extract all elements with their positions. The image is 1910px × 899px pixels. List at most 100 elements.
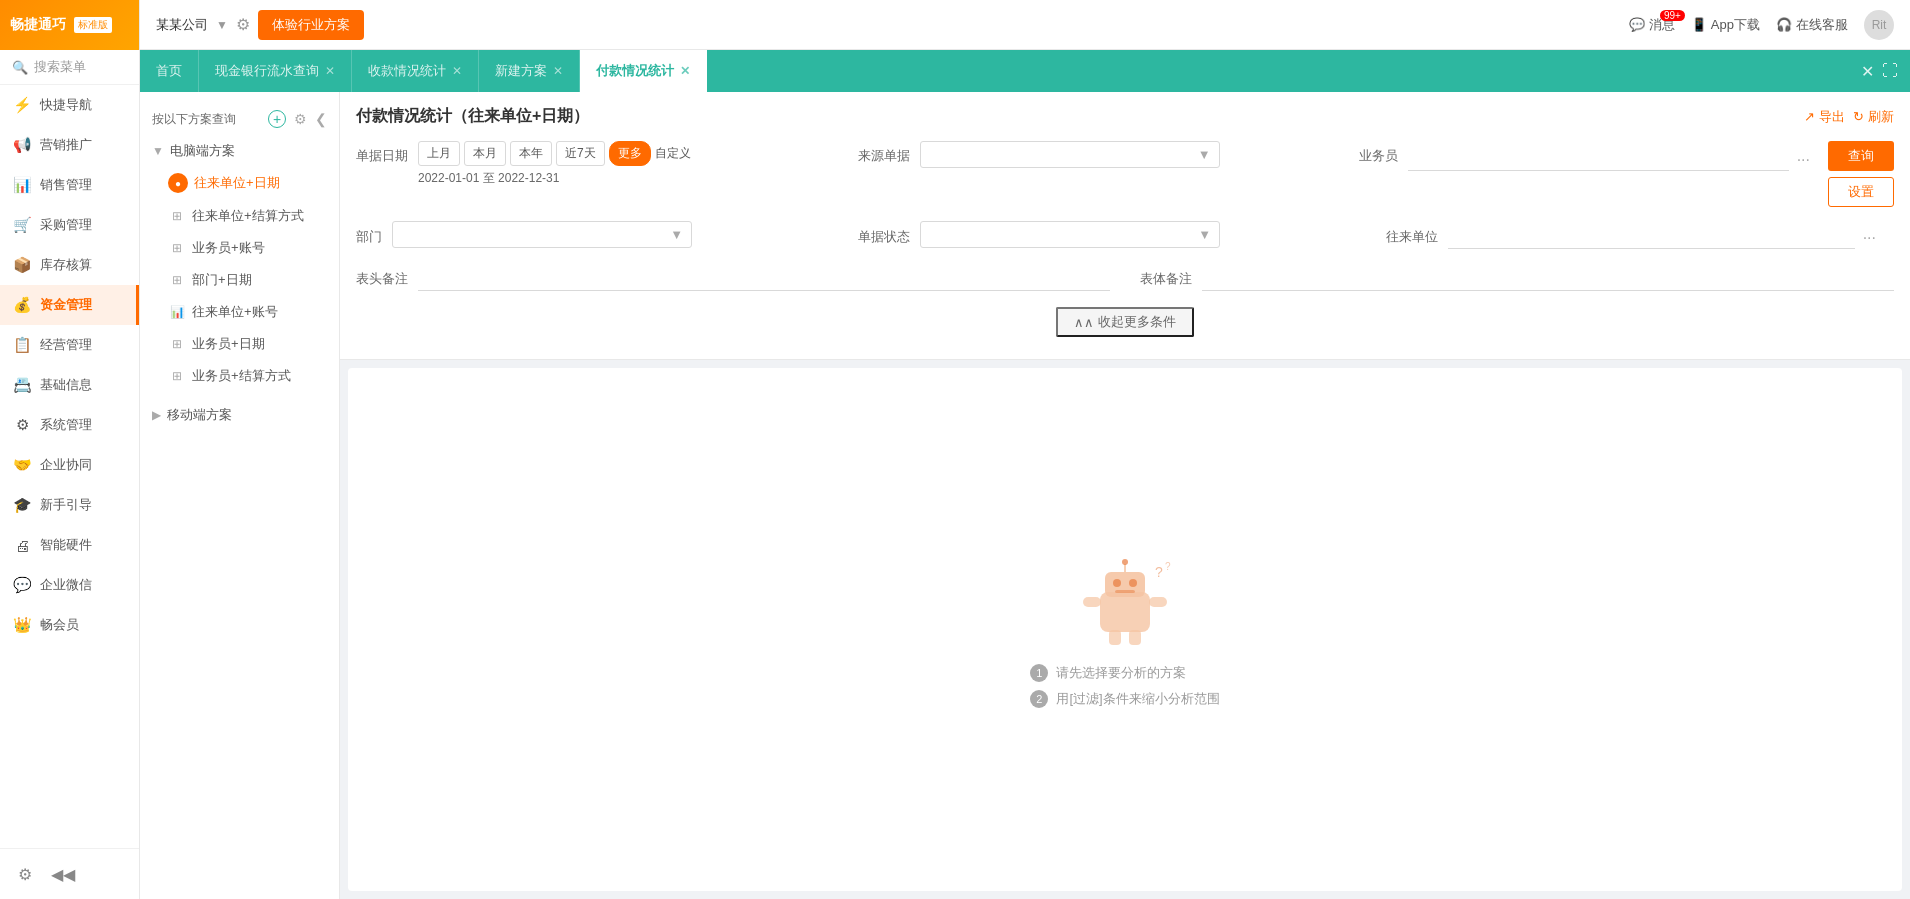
- mobile-section-header[interactable]: ▶ 移动端方案: [140, 400, 339, 430]
- header-note-label: 表头备注: [356, 264, 408, 288]
- expand-btn[interactable]: ⛶: [1882, 62, 1898, 80]
- online-service-btn[interactable]: 🎧 在线客服: [1776, 16, 1848, 34]
- partner-input[interactable]: [1448, 219, 1855, 249]
- sidebar-item-marketing[interactable]: 📢 营销推广: [0, 125, 139, 165]
- date-last-month-btn[interactable]: 上月: [418, 141, 460, 166]
- schema-item-staff-date[interactable]: ⊞ 业务员+日期: [140, 328, 339, 360]
- funds-icon: 💰: [12, 295, 32, 315]
- desktop-section-header[interactable]: ▼ 电脑端方案: [140, 136, 339, 166]
- schema-label: 部门+日期: [192, 271, 252, 289]
- tab-cashflow-close[interactable]: ✕: [325, 64, 335, 78]
- tab-payments[interactable]: 付款情况统计 ✕: [580, 50, 707, 92]
- schema-label: 业务员+日期: [192, 335, 265, 353]
- sidebar-footer: ⚙ ◀◀: [0, 848, 139, 899]
- date-this-month-btn[interactable]: 本月: [464, 141, 506, 166]
- body-note-input[interactable]: [1202, 261, 1894, 291]
- filter-area: 付款情况统计（往来单位+日期） ↗ 导出 ↻ 刷新: [340, 92, 1910, 360]
- sidebar-item-label: 营销推广: [40, 136, 92, 154]
- sidebar-item-funds[interactable]: 💰 资金管理: [0, 285, 139, 325]
- tab-receipts[interactable]: 收款情况统计 ✕: [352, 50, 479, 92]
- filter-actions: ↗ 导出 ↻ 刷新: [1804, 108, 1894, 126]
- schema-table-icon4: ⊞: [168, 335, 186, 353]
- schema-item-partner-settlement[interactable]: ⊞ 往来单位+结算方式: [140, 200, 339, 232]
- tab-receipts-label: 收款情况统计: [368, 62, 446, 80]
- sidebar-item-basics[interactable]: 📇 基础信息: [0, 365, 139, 405]
- refresh-btn[interactable]: ↻ 刷新: [1853, 108, 1894, 126]
- dept-select[interactable]: ▼: [392, 221, 692, 248]
- app-download-btn[interactable]: 📱 App下载: [1691, 16, 1760, 34]
- close-all-btn[interactable]: ✕: [1861, 62, 1874, 81]
- sidebar-item-inventory[interactable]: 📦 库存核算: [0, 245, 139, 285]
- sidebar-item-label: 新手引导: [40, 496, 92, 514]
- sidebar-item-operations[interactable]: 📋 经营管理: [0, 325, 139, 365]
- schema-label: 往来单位+结算方式: [192, 207, 304, 225]
- main-area: 某某公司 ▼ ⚙ 体验行业方案 💬 消息 99+ 📱 App下载 🎧 在线客服: [140, 0, 1910, 899]
- date-custom-label[interactable]: 自定义: [655, 145, 691, 162]
- dropdown-arrow-icon[interactable]: ▼: [216, 18, 228, 32]
- add-schema-btn[interactable]: +: [268, 110, 286, 128]
- service-label: 在线客服: [1796, 16, 1848, 34]
- sidebar-collapse-btn[interactable]: ◀◀: [48, 859, 78, 889]
- panel-collapse-icon[interactable]: ❮: [315, 111, 327, 127]
- section-collapse-icon: ▼: [152, 144, 164, 158]
- sidebar-item-sales[interactable]: 📊 销售管理: [0, 165, 139, 205]
- tab-cashflow[interactable]: 现金银行流水查询 ✕: [199, 50, 352, 92]
- dept-dropdown-icon: ▼: [670, 227, 683, 242]
- tab-newschema[interactable]: 新建方案 ✕: [479, 50, 580, 92]
- left-panel: 按以下方案查询 + ⚙ ❮ ▼ 电脑端方案 ● 往来单位+日期: [140, 92, 340, 899]
- mobile-section: ▶ 移动端方案: [140, 400, 339, 430]
- sidebar-nav: ⚡ 快捷导航 📢 营销推广 📊 销售管理 🛒 采购管理 📦 库存核算 💰: [0, 85, 139, 848]
- quicknav-icon: ⚡: [12, 95, 32, 115]
- header-note-input[interactable]: [418, 261, 1110, 291]
- sidebar-item-hardware[interactable]: 🖨 智能硬件: [0, 525, 139, 565]
- schema-item-partner-account[interactable]: 📊 往来单位+账号: [140, 296, 339, 328]
- query-btn[interactable]: 查询: [1828, 141, 1894, 171]
- date-this-year-btn[interactable]: 本年: [510, 141, 552, 166]
- tab-cashflow-label: 现金银行流水查询: [215, 62, 319, 80]
- tab-receipts-close[interactable]: ✕: [452, 64, 462, 78]
- export-btn[interactable]: ↗ 导出: [1804, 108, 1845, 126]
- status-select[interactable]: ▼: [920, 221, 1220, 248]
- collapse-btn[interactable]: ∧∧ 收起更多条件: [1056, 307, 1194, 337]
- sidebar-item-guide[interactable]: 🎓 新手引导: [0, 485, 139, 525]
- schema-item-staff-account[interactable]: ⊞ 业务员+账号: [140, 232, 339, 264]
- sidebar-item-collab[interactable]: 🤝 企业协同: [0, 445, 139, 485]
- msg-badge: 99+: [1660, 10, 1685, 21]
- date-last7-btn[interactable]: 近7天: [556, 141, 605, 166]
- service-icon: 🎧: [1776, 17, 1792, 32]
- staff-input[interactable]: [1408, 141, 1788, 171]
- partner-dots[interactable]: ...: [1855, 225, 1884, 243]
- date-more-btn[interactable]: 更多: [609, 141, 651, 166]
- sidebar-item-purchase[interactable]: 🛒 采购管理: [0, 205, 139, 245]
- user-avatar[interactable]: Rit: [1864, 10, 1894, 40]
- sidebar-search[interactable]: 🔍 搜索菜单: [0, 50, 139, 85]
- query-btn-group: 查询 设置: [1828, 141, 1894, 207]
- page-title-text: 付款情况统计（往来单位+日期）: [356, 106, 589, 127]
- settings-icon[interactable]: ⚙: [236, 15, 250, 34]
- trial-btn[interactable]: 体验行业方案: [258, 10, 364, 40]
- data-area: ? ? 1 请先选择要分析的方案 2 用[过滤]条件来缩小分析范围: [348, 368, 1902, 891]
- basics-icon: 📇: [12, 375, 32, 395]
- messages-btn[interactable]: 💬 消息 99+: [1629, 16, 1675, 34]
- sidebar-item-quicknav[interactable]: ⚡ 快捷导航: [0, 85, 139, 125]
- tab-newschema-close[interactable]: ✕: [553, 64, 563, 78]
- schema-settings-icon[interactable]: ⚙: [294, 111, 307, 127]
- sidebar-item-member[interactable]: 👑 畅会员: [0, 605, 139, 645]
- schema-item-staff-settlement[interactable]: ⊞ 业务员+结算方式: [140, 360, 339, 392]
- tab-home[interactable]: 首页: [140, 50, 199, 92]
- svg-rect-0: [1100, 592, 1150, 632]
- sidebar-item-system[interactable]: ⚙ 系统管理: [0, 405, 139, 445]
- tab-home-label: 首页: [156, 62, 182, 80]
- tabs-bar: 首页 现金银行流水查询 ✕ 收款情况统计 ✕ 新建方案 ✕ 付款情况统计 ✕ ✕…: [140, 50, 1910, 92]
- desktop-section-label: 电脑端方案: [170, 142, 235, 160]
- sidebar-item-label: 企业协同: [40, 456, 92, 474]
- svg-rect-4: [1115, 590, 1135, 593]
- sidebar-settings-btn[interactable]: ⚙: [10, 859, 40, 889]
- schema-item-dept-date[interactable]: ⊞ 部门+日期: [140, 264, 339, 296]
- tab-payments-close[interactable]: ✕: [680, 64, 690, 78]
- schema-item-partner-date[interactable]: ● 往来单位+日期: [140, 166, 339, 200]
- sidebar-item-weixin[interactable]: 💬 企业微信: [0, 565, 139, 605]
- staff-dots[interactable]: ...: [1789, 147, 1818, 165]
- source-select[interactable]: ▼: [920, 141, 1220, 168]
- settings-btn[interactable]: 设置: [1828, 177, 1894, 207]
